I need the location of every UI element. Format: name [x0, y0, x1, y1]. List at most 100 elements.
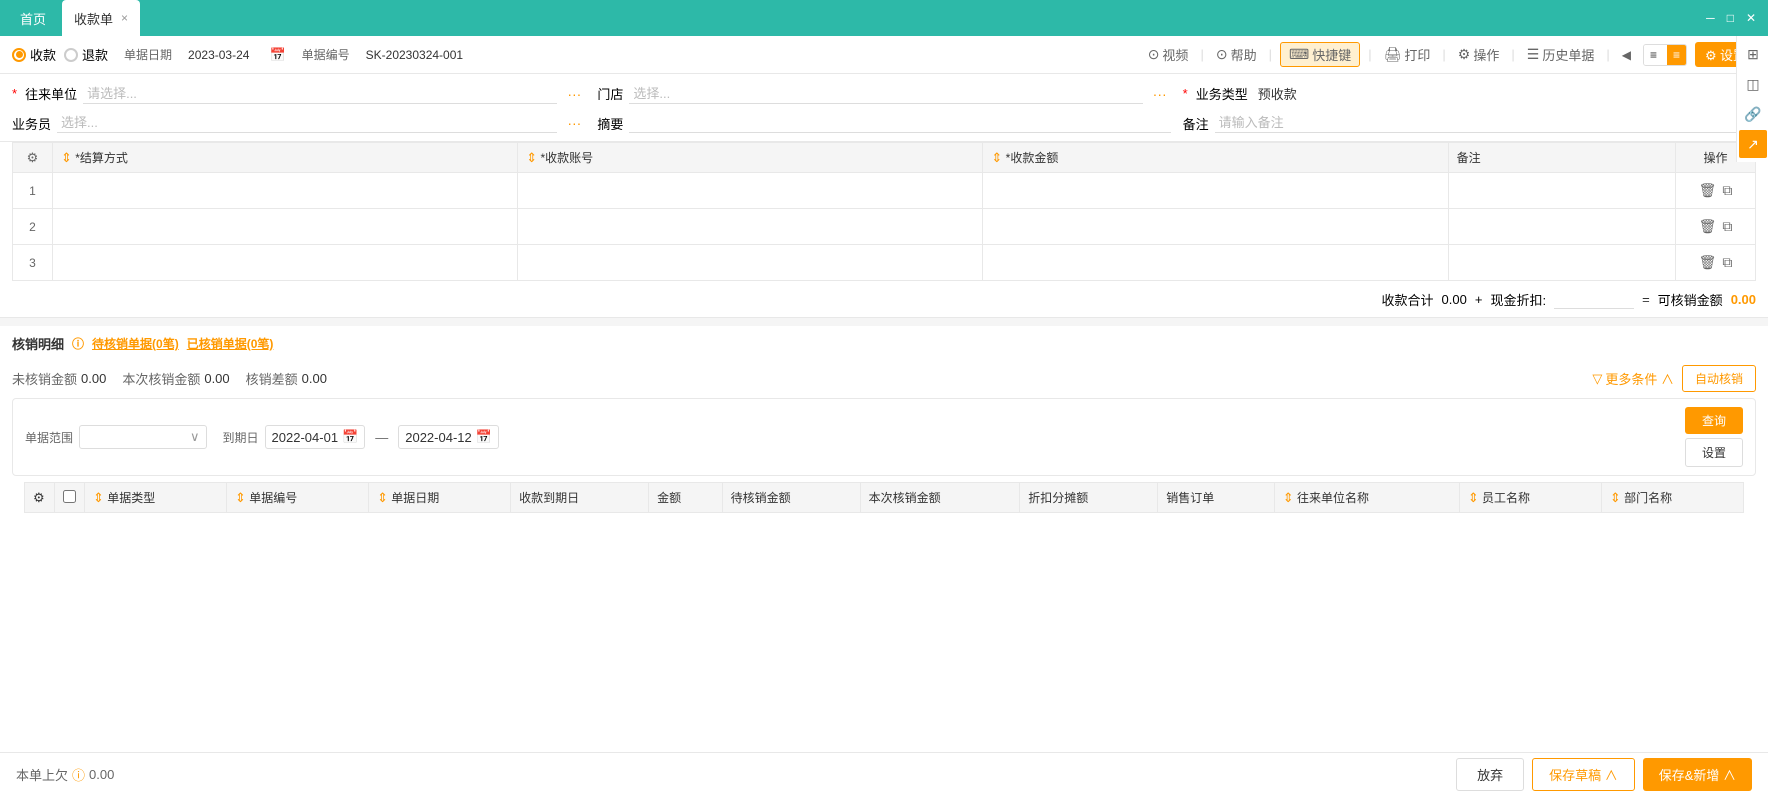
note-label: 备注	[1183, 114, 1209, 133]
col-settlement: ⇕ *结算方式	[53, 143, 518, 173]
staff-input[interactable]	[57, 113, 557, 133]
account-cell-3[interactable]	[518, 245, 983, 281]
summary-input[interactable]	[629, 113, 1170, 133]
right-panel-btn-2[interactable]: ◫	[1739, 70, 1767, 98]
col-bill-code: ⇕ 单据编号	[227, 483, 369, 513]
shortcut-btn[interactable]: ⌨ 快捷键	[1280, 42, 1360, 67]
store-field: 门店 ···	[597, 84, 1170, 104]
verification-section: 核销明细 ⓘ 待核销单据(0笔) 已核销单据(0笔) 未核销金额 0.00 本次…	[0, 326, 1768, 521]
copy-icon-3[interactable]: ⧉	[1722, 254, 1732, 271]
total-label: 收款合计	[1382, 290, 1434, 309]
receipt-radio[interactable]: 收款	[12, 45, 56, 64]
delete-icon-3[interactable]: 🗑	[1699, 254, 1717, 271]
account-cell-2[interactable]	[518, 209, 983, 245]
tab-close-btn[interactable]: ×	[121, 11, 128, 25]
receipt-label: 收款	[30, 45, 56, 64]
col-gear-bottom[interactable]: ⚙	[33, 490, 45, 505]
window-restore-btn[interactable]: □	[1723, 9, 1738, 27]
col-gear: ⚙	[13, 143, 53, 173]
active-tab[interactable]: 收款单 ×	[62, 0, 140, 36]
bottom-bar: 本单上欠 ⓘ 0.00 放弃 保存草稿 ∧ 保存&新增 ∧	[0, 752, 1768, 796]
save-draft-btn[interactable]: 保存草稿 ∧	[1532, 758, 1635, 791]
amount-cell-1[interactable]	[983, 173, 1448, 209]
table-row: 3 🗑 ⧉	[13, 245, 1756, 281]
amount-cell-3[interactable]	[983, 245, 1448, 281]
pending-link[interactable]: 待核销单据(0笔)	[92, 335, 179, 352]
summary-field: 摘要	[597, 113, 1170, 133]
window-close-btn[interactable]: ✕	[1742, 9, 1760, 27]
code-value: SK-20230324-001	[366, 48, 463, 62]
prev-btn[interactable]: ◀	[1618, 46, 1635, 64]
store-input[interactable]	[629, 84, 1142, 104]
staff-sort: ⇕	[1468, 490, 1479, 505]
amount-cell-2[interactable]	[983, 209, 1448, 245]
bill-type-sort: ⇕	[93, 490, 104, 505]
note-cell-1[interactable]	[1448, 173, 1675, 209]
video-btn[interactable]: ⊙ 视频	[1144, 43, 1193, 66]
history-btn[interactable]: ☰ 历史单据	[1523, 43, 1599, 66]
store-more-btn[interactable]: ···	[1149, 86, 1171, 102]
query-btn[interactable]: 查询	[1685, 407, 1743, 434]
date-calendar-icon[interactable]: 📅	[269, 47, 285, 63]
refund-radio[interactable]: 退款	[64, 45, 108, 64]
delete-icon-1[interactable]: 🗑	[1699, 182, 1717, 199]
top-nav-right: ─ □ ✕	[1702, 9, 1760, 27]
business-type-value: 预收款	[1254, 82, 1740, 105]
verification-info-icon[interactable]: ⓘ	[72, 335, 84, 352]
counterparty-sort: ⇕	[1283, 490, 1294, 505]
account-cell-1[interactable]	[518, 173, 983, 209]
date-range-separator: —	[371, 430, 392, 445]
help-btn[interactable]: ⊙ 帮助	[1212, 43, 1261, 66]
more-filter-label: 更多条件 ∧	[1605, 369, 1674, 388]
range-select[interactable]: ∨	[79, 425, 207, 449]
more-filter-btn[interactable]: ▽ 更多条件 ∧	[1592, 369, 1674, 388]
due-date-from[interactable]: 2022-04-01 📅	[265, 425, 366, 449]
staff-more-btn[interactable]: ···	[563, 115, 585, 131]
save-new-btn[interactable]: 保存&新增 ∧	[1643, 758, 1752, 791]
total-value: 0.00	[1442, 292, 1467, 307]
business-type-field: * 业务类型 预收款 ∨	[1183, 82, 1756, 105]
right-panel-btn-1[interactable]: ⊞	[1739, 40, 1767, 68]
delete-icon-2[interactable]: 🗑	[1699, 218, 1717, 235]
counterparty-label: 往来单位	[25, 84, 77, 103]
list-view-btn[interactable]: ≡	[1644, 45, 1663, 65]
verification-tabs: 待核销单据(0笔) 已核销单据(0笔)	[92, 335, 273, 352]
summary-row: 收款合计 0.00 + 现金折扣: = 可核销金额 0.00	[0, 281, 1768, 318]
counterparty-more-btn[interactable]: ···	[563, 86, 585, 102]
cal-icon-from: 📅	[342, 429, 358, 445]
right-panel-btn-4[interactable]: ↗	[1739, 130, 1767, 158]
home-tab[interactable]: 首页	[8, 0, 58, 36]
action-cell-2: 🗑 ⧉	[1676, 209, 1756, 245]
filter-setting-btn[interactable]: 设置	[1685, 438, 1743, 467]
abandon-btn[interactable]: 放弃	[1456, 758, 1524, 791]
store-label: 门店	[597, 84, 623, 103]
right-panel-btn-3[interactable]: 🔗	[1739, 100, 1767, 128]
note-cell-3[interactable]	[1448, 245, 1675, 281]
discount-input[interactable]	[1554, 289, 1634, 309]
grid-view-btn[interactable]: ≡	[1667, 45, 1686, 65]
auto-verify-btn[interactable]: 自动核销	[1682, 365, 1756, 392]
copy-icon-2[interactable]: ⧉	[1722, 218, 1732, 235]
note-cell-2[interactable]	[1448, 209, 1675, 245]
settlement-cell-2[interactable]	[53, 209, 518, 245]
due-date-to[interactable]: 2022-04-12 📅	[398, 425, 499, 449]
done-link[interactable]: 已核销单据(0笔)	[187, 335, 274, 352]
note-field: 备注	[1183, 113, 1756, 133]
note-input[interactable]	[1215, 113, 1756, 133]
diff-value: 0.00	[302, 371, 327, 386]
business-type-label: 业务类型	[1196, 84, 1248, 103]
gear-icon[interactable]: ⚙	[27, 150, 39, 165]
settlement-cell-1[interactable]	[53, 173, 518, 209]
settlement-cell-3[interactable]	[53, 245, 518, 281]
select-all-checkbox[interactable]	[63, 490, 76, 503]
bottom-info-icon[interactable]: ⓘ	[72, 765, 85, 784]
bottom-table-section: ⚙ ⇕ 单据类型 ⇕ 单据编号	[12, 482, 1756, 513]
col-note: 备注	[1448, 143, 1675, 173]
copy-icon-1[interactable]: ⧉	[1722, 182, 1732, 199]
operate-btn[interactable]: ⚙ 操作	[1454, 43, 1504, 66]
counterparty-input[interactable]	[83, 84, 557, 104]
window-minimize-btn[interactable]: ─	[1702, 9, 1719, 27]
staff-field: 业务员 ···	[12, 113, 585, 133]
form-row-1: * 往来单位 ··· 门店 ··· * 业务类型 预收款 ∨	[12, 82, 1756, 105]
print-btn[interactable]: 🖨 打印	[1380, 43, 1435, 66]
